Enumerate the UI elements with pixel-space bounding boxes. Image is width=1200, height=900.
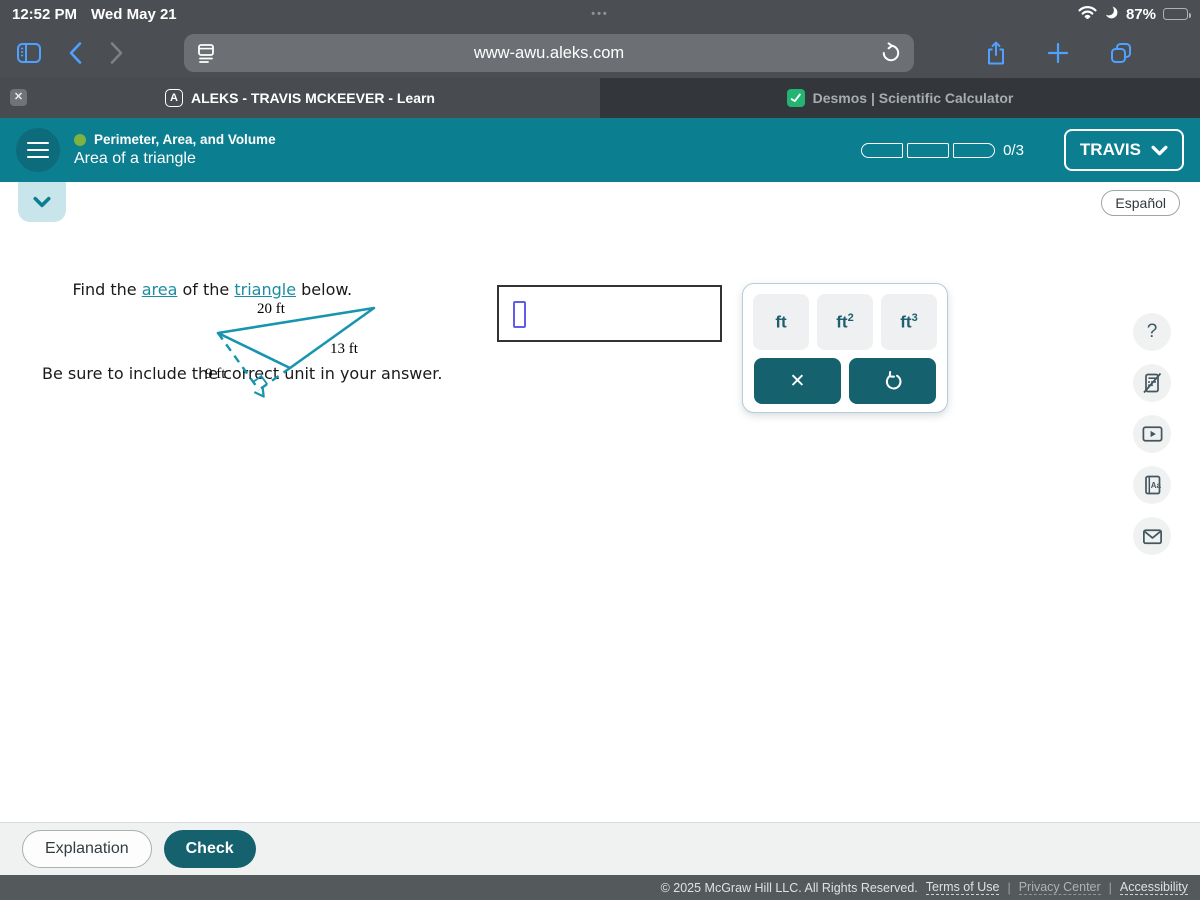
terms-of-use-link[interactable]: Terms of Use bbox=[925, 880, 1000, 895]
menu-icon[interactable] bbox=[16, 128, 60, 172]
check-button[interactable]: Check bbox=[163, 830, 256, 868]
action-bar: Explanation Check bbox=[0, 822, 1200, 875]
unit-ft3-button[interactable]: ft3 bbox=[881, 294, 937, 350]
desmos-favicon-icon bbox=[786, 89, 805, 107]
footer: © 2025 McGraw Hill LLC. All Rights Reser… bbox=[0, 875, 1200, 900]
close-tab-icon[interactable]: ✕ bbox=[10, 89, 27, 106]
topic-status-dot-icon bbox=[74, 133, 86, 146]
tab-aleks-label: ALEKS - TRAVIS MCKEEVER - Learn bbox=[191, 90, 435, 106]
tabs-overview-icon[interactable] bbox=[1108, 40, 1134, 66]
video-button[interactable] bbox=[1133, 415, 1171, 453]
dictionary-button[interactable]: Aa bbox=[1133, 466, 1171, 504]
triangle-shape bbox=[216, 306, 376, 370]
base-extension-dashed-line bbox=[260, 367, 291, 390]
svg-text:Aa: Aa bbox=[1150, 481, 1161, 490]
unit-keypad: ft ft2 ft3 ✕ bbox=[742, 283, 948, 413]
progress-bar bbox=[861, 142, 996, 158]
dictionary-book-icon: Aa bbox=[1144, 475, 1161, 495]
chevron-down-icon bbox=[33, 196, 51, 208]
tab-desmos[interactable]: Desmos | Scientific Calculator bbox=[600, 78, 1200, 118]
multitask-dots-icon: ••• bbox=[591, 8, 609, 20]
sidebar-toggle-icon[interactable] bbox=[16, 42, 42, 64]
clear-button[interactable]: ✕ bbox=[754, 358, 841, 404]
battery-icon bbox=[1163, 8, 1191, 20]
multiply-icon: ✕ bbox=[789, 370, 806, 392]
progress-label: 0/3 bbox=[1003, 141, 1024, 159]
lesson-title: Area of a triangle bbox=[74, 150, 196, 167]
undo-button[interactable] bbox=[849, 358, 936, 404]
browser-tab-bar: ✕ A ALEKS - TRAVIS MCKEEVER - Learn Desm… bbox=[0, 78, 1200, 118]
status-bar: 12:52 PM Wed May 21 ••• 87% bbox=[0, 0, 1200, 28]
no-calculator-icon bbox=[1143, 372, 1162, 394]
privacy-center-link[interactable]: Privacy Center bbox=[1018, 880, 1101, 895]
triangle-figure: 20 ft 13 ft 9 ft bbox=[205, 301, 376, 398]
forward-icon[interactable] bbox=[109, 41, 124, 65]
tab-aleks[interactable]: ✕ A ALEKS - TRAVIS MCKEEVER - Learn bbox=[0, 78, 600, 118]
explanation-button[interactable]: Explanation bbox=[22, 830, 152, 868]
chevron-down-icon bbox=[1151, 145, 1168, 155]
share-icon[interactable] bbox=[984, 40, 1008, 66]
tab-desmos-label: Desmos | Scientific Calculator bbox=[812, 90, 1014, 106]
input-caret-placeholder bbox=[513, 301, 526, 328]
unit-ft2-button[interactable]: ft2 bbox=[817, 294, 873, 350]
question-mark-icon: ? bbox=[1146, 321, 1158, 342]
label-height: 9 ft bbox=[205, 366, 226, 382]
user-menu-button[interactable]: TRAVIS bbox=[1063, 129, 1184, 171]
url-text[interactable]: www-awu.aleks.com bbox=[184, 44, 914, 63]
play-video-icon bbox=[1142, 426, 1162, 442]
label-side-right: 13 ft bbox=[330, 341, 359, 357]
area-link[interactable]: area bbox=[142, 280, 178, 299]
problem-area: Español Find the area of the triangle be… bbox=[0, 182, 1200, 822]
aleks-favicon-icon: A bbox=[165, 89, 183, 107]
message-button[interactable] bbox=[1133, 517, 1171, 555]
aleks-header: Perimeter, Area, and Volume Area of a tr… bbox=[0, 118, 1200, 182]
envelope-icon bbox=[1142, 528, 1162, 544]
unit-ft-button[interactable]: ft bbox=[753, 294, 809, 350]
accessibility-link[interactable]: Accessibility bbox=[1119, 880, 1188, 895]
height-arrowhead-icon bbox=[253, 386, 265, 398]
undo-icon bbox=[885, 371, 901, 390]
answer-input[interactable] bbox=[497, 285, 722, 342]
label-side-top: 20 ft bbox=[257, 301, 286, 317]
back-icon[interactable] bbox=[68, 41, 83, 65]
help-button[interactable]: ? bbox=[1133, 313, 1171, 351]
language-button[interactable]: Español bbox=[1101, 190, 1180, 216]
calculator-disabled-button[interactable] bbox=[1133, 364, 1171, 402]
address-bar[interactable]: www-awu.aleks.com bbox=[184, 34, 914, 72]
tool-sidebar: ? Aa bbox=[1133, 313, 1171, 555]
browser-toolbar: www-awu.aleks.com bbox=[0, 28, 1200, 78]
topic-title: Perimeter, Area, and Volume bbox=[94, 132, 276, 147]
new-tab-icon[interactable] bbox=[1046, 40, 1070, 66]
copyright-text: © 2025 McGraw Hill LLC. All Rights Reser… bbox=[660, 880, 918, 895]
